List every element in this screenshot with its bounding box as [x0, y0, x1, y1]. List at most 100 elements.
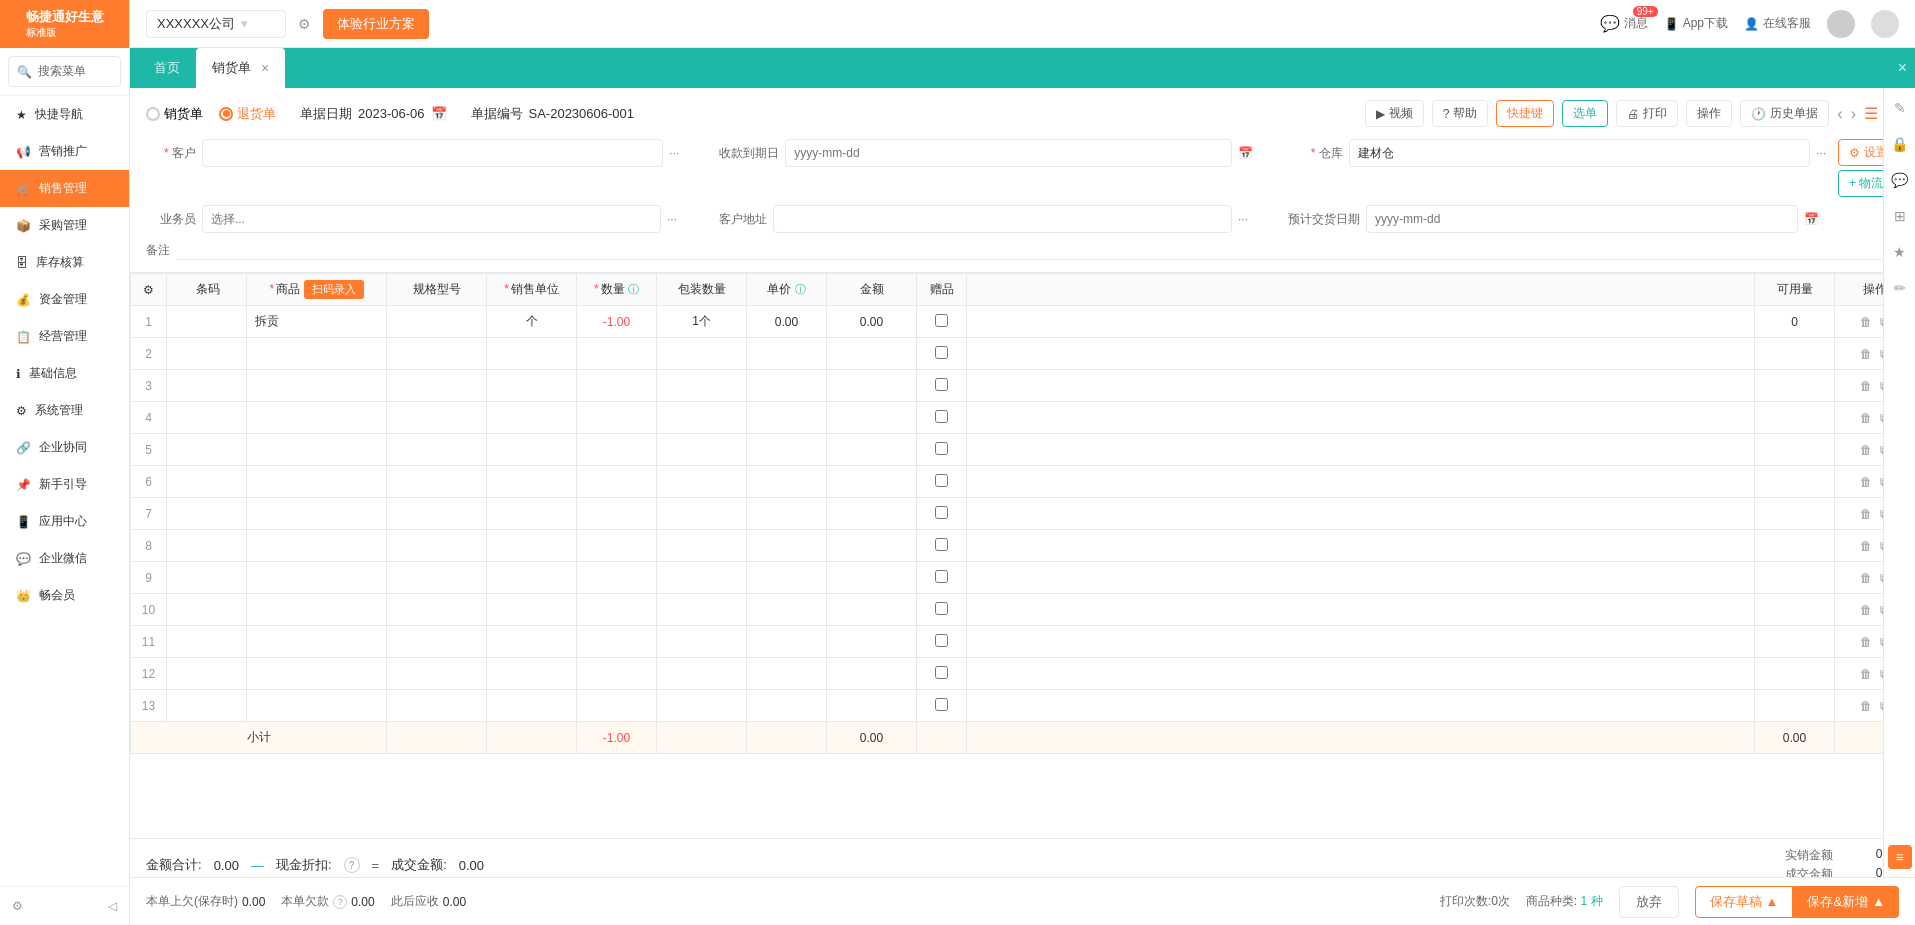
cell-product-11[interactable]	[247, 626, 387, 658]
cell-qty-13[interactable]	[577, 690, 657, 722]
cell-qty-6[interactable]	[577, 466, 657, 498]
cell-barcode-4[interactable]	[167, 402, 247, 434]
avatar-2[interactable]	[1871, 10, 1899, 38]
cell-qty-7[interactable]	[577, 498, 657, 530]
cell-spec-13[interactable]	[387, 690, 487, 722]
gift-checkbox-4[interactable]	[935, 410, 948, 423]
cell-spec-7[interactable]	[387, 498, 487, 530]
cell-gift-7[interactable]	[917, 498, 967, 530]
cell-unit-price-9[interactable]	[747, 562, 827, 594]
expected-calendar-icon[interactable]: 📅	[1804, 212, 1819, 226]
sidebar-item-system[interactable]: ⚙ 系统管理	[0, 392, 129, 429]
sidebar-item-basic[interactable]: ℹ 基础信息	[0, 355, 129, 392]
cell-product-1[interactable]: 拆贡	[247, 306, 387, 338]
cell-spec-1[interactable]	[387, 306, 487, 338]
cell-barcode-2[interactable]	[167, 338, 247, 370]
sidebar-item-purchase[interactable]: 📦 采购管理	[0, 207, 129, 244]
tab-home[interactable]: 首页	[138, 48, 196, 88]
tab-close-icon[interactable]: ×	[261, 60, 269, 76]
sidebar-settings-icon[interactable]: ⚙	[12, 899, 23, 913]
sidebar-item-member[interactable]: 👑 畅会员	[0, 577, 129, 614]
cell-barcode-5[interactable]	[167, 434, 247, 466]
cell-product-10[interactable]	[247, 594, 387, 626]
gift-checkbox-10[interactable]	[935, 602, 948, 615]
cell-qty-10[interactable]	[577, 594, 657, 626]
cell-spec-8[interactable]	[387, 530, 487, 562]
cell-unit-price-7[interactable]	[747, 498, 827, 530]
addr-dots[interactable]: ···	[1238, 212, 1248, 226]
right-panel-lock-icon[interactable]: 🔒	[1888, 132, 1912, 156]
scan-btn[interactable]: 扫码录入	[304, 280, 364, 299]
sidebar-item-operations[interactable]: 📋 经营管理	[0, 318, 129, 355]
cell-unit-price-13[interactable]	[747, 690, 827, 722]
cell-barcode-9[interactable]	[167, 562, 247, 594]
sidebar-item-enterprise[interactable]: 🔗 企业协同	[0, 429, 129, 466]
cell-gift-4[interactable]	[917, 402, 967, 434]
tab-close-all-icon[interactable]: ×	[1898, 59, 1907, 77]
next-page-icon[interactable]: ›	[1851, 105, 1856, 123]
trial-btn[interactable]: 体验行业方案	[323, 9, 429, 39]
delete-icon-13[interactable]: 🗑	[1860, 699, 1872, 713]
list-view-icon[interactable]: ☰	[1864, 104, 1878, 123]
gift-checkbox-9[interactable]	[935, 570, 948, 583]
discard-btn[interactable]: 放弃	[1619, 886, 1679, 918]
cell-gift-3[interactable]	[917, 370, 967, 402]
delete-icon-11[interactable]: 🗑	[1860, 635, 1872, 649]
cell-spec-4[interactable]	[387, 402, 487, 434]
salesperson-dots[interactable]: ···	[667, 212, 677, 226]
sidebar-item-sales[interactable]: 🛒 销售管理	[0, 170, 129, 207]
right-panel-bottom-icon[interactable]: ≡	[1888, 845, 1912, 869]
action-operate[interactable]: 操作	[1686, 100, 1732, 127]
cell-barcode-13[interactable]	[167, 690, 247, 722]
cell-product-3[interactable]	[247, 370, 387, 402]
cell-gift-6[interactable]	[917, 466, 967, 498]
cell-qty-12[interactable]	[577, 658, 657, 690]
save-draft-btn[interactable]: 保存草稿 ▲	[1695, 886, 1794, 918]
cell-qty-3[interactable]	[577, 370, 657, 402]
cell-spec-2[interactable]	[387, 338, 487, 370]
header-gear-icon[interactable]: ⚙	[298, 16, 311, 32]
cell-barcode-6[interactable]	[167, 466, 247, 498]
warehouse-dots[interactable]: ···	[1816, 146, 1826, 160]
sidebar-item-guide[interactable]: 📌 新手引导	[0, 466, 129, 503]
cell-gift-11[interactable]	[917, 626, 967, 658]
gift-checkbox-11[interactable]	[935, 634, 948, 647]
cell-product-8[interactable]	[247, 530, 387, 562]
cell-spec-3[interactable]	[387, 370, 487, 402]
cell-qty-9[interactable]	[577, 562, 657, 594]
save-new-btn[interactable]: 保存&新增 ▲	[1793, 886, 1899, 918]
gift-checkbox-6[interactable]	[935, 474, 948, 487]
cell-product-13[interactable]	[247, 690, 387, 722]
cell-unit-price-11[interactable]	[747, 626, 827, 658]
online-service-container[interactable]: 👤 在线客服	[1744, 15, 1811, 32]
app-download-container[interactable]: 📱 App下载	[1664, 15, 1728, 32]
delete-icon-5[interactable]: 🗑	[1860, 443, 1872, 457]
gift-checkbox-8[interactable]	[935, 538, 948, 551]
delete-icon-12[interactable]: 🗑	[1860, 667, 1872, 681]
cell-spec-5[interactable]	[387, 434, 487, 466]
qty-info-icon[interactable]: ⓘ	[628, 283, 639, 295]
sidebar-item-quick-nav[interactable]: ★ 快捷导航	[0, 96, 129, 133]
customer-dots[interactable]: ···	[669, 146, 679, 160]
cell-gift-12[interactable]	[917, 658, 967, 690]
sidebar-item-finance[interactable]: 💰 资金管理	[0, 281, 129, 318]
avatar[interactable]	[1827, 10, 1855, 38]
cell-unit-price-8[interactable]	[747, 530, 827, 562]
cell-unit-price-12[interactable]	[747, 658, 827, 690]
gift-checkbox-5[interactable]	[935, 442, 948, 455]
due-date-input[interactable]	[785, 139, 1231, 167]
cell-spec-11[interactable]	[387, 626, 487, 658]
tab-sales-order[interactable]: 销货单 ×	[196, 48, 285, 88]
company-selector[interactable]: XXXXXX公司 ▾	[146, 10, 286, 38]
cell-barcode-12[interactable]	[167, 658, 247, 690]
action-video[interactable]: ▶ 视频	[1365, 100, 1424, 127]
message-icon-container[interactable]: 💬 消息 99+	[1600, 14, 1648, 33]
cell-gift-8[interactable]	[917, 530, 967, 562]
cell-product-6[interactable]	[247, 466, 387, 498]
cell-product-2[interactable]	[247, 338, 387, 370]
cell-unit-price-3[interactable]	[747, 370, 827, 402]
cell-gift-13[interactable]	[917, 690, 967, 722]
salesperson-input[interactable]	[202, 205, 661, 233]
action-print[interactable]: 🖨 打印	[1616, 100, 1678, 127]
right-panel-edit-icon[interactable]: ✎	[1888, 96, 1912, 120]
